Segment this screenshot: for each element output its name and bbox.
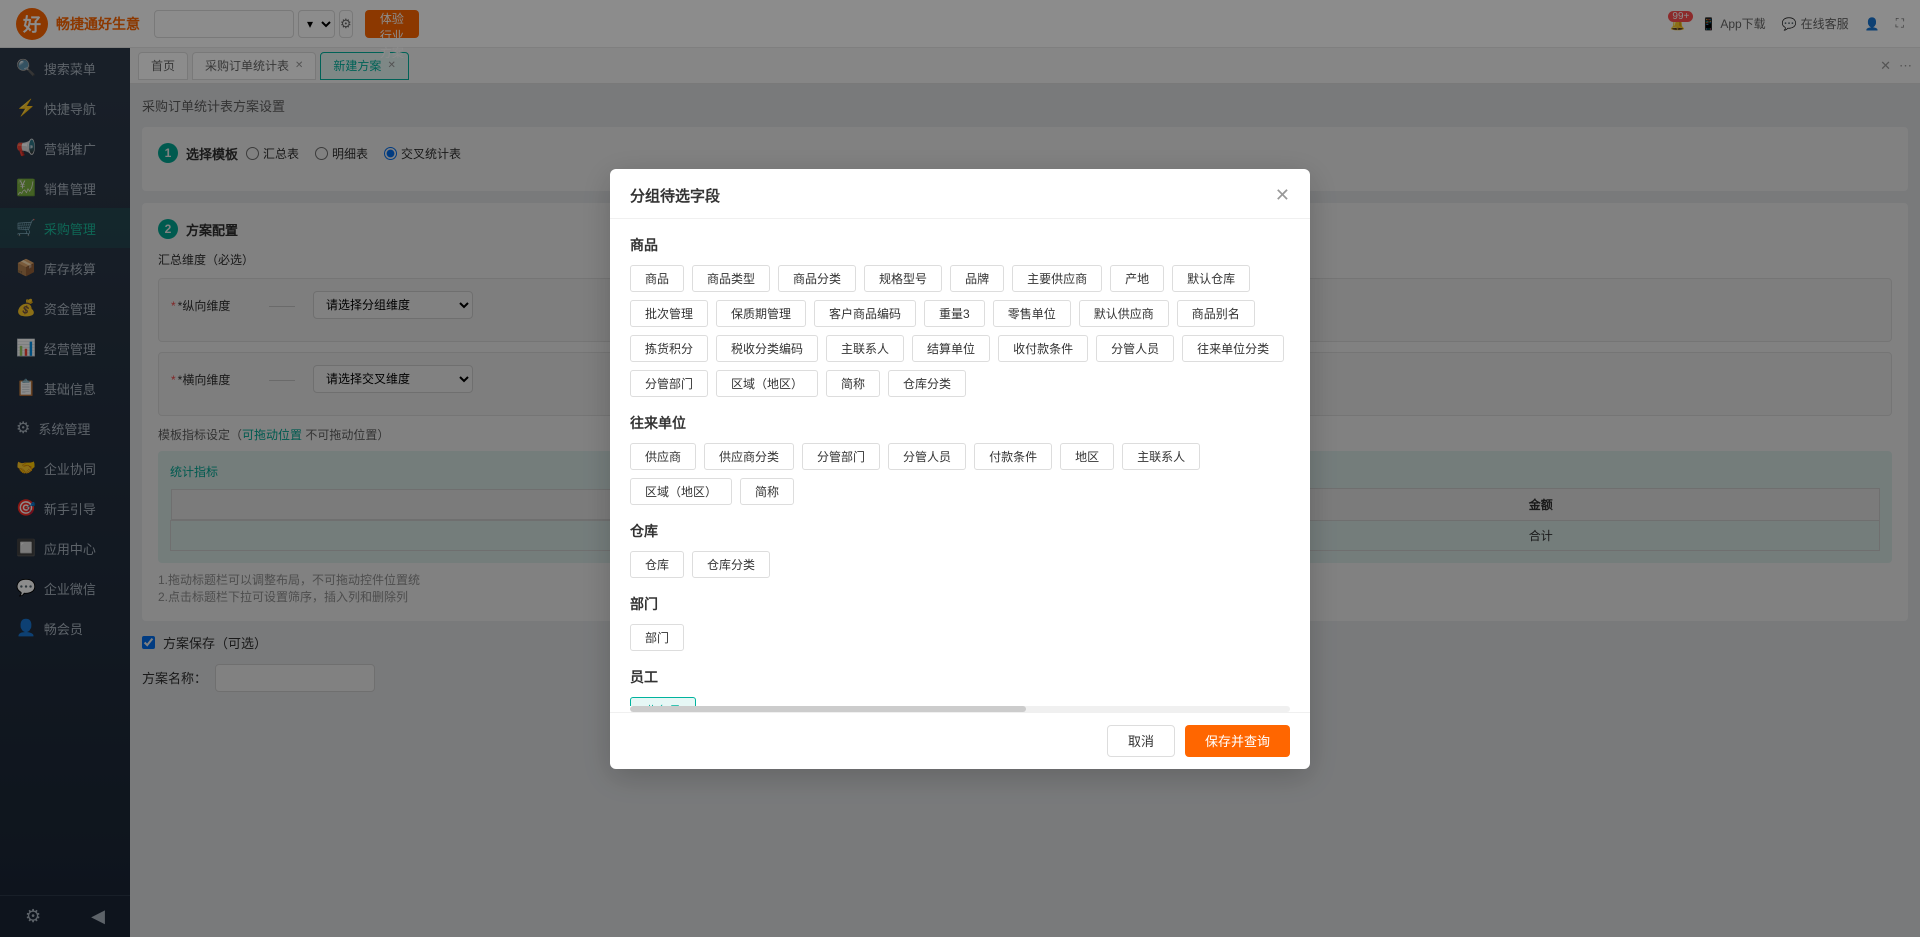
section-product-fields: 商品 商品类型 商品分类 规格型号 品牌 主要供应商 产地 默认仓库 批次管理 … <box>630 265 1290 397</box>
field-tag[interactable]: 规格型号 <box>864 265 942 292</box>
field-select-dialog: 分组待选字段 ✕ 商品 商品 商品类型 商品分类 规格型号 品牌 主要供应商 产… <box>610 169 1310 769</box>
field-tag[interactable]: 主联系人 <box>1122 443 1200 470</box>
section-warehouse-title: 仓库 <box>630 521 1290 541</box>
field-tag[interactable]: 收付款条件 <box>998 335 1088 362</box>
section-partner-title: 往来单位 <box>630 413 1290 433</box>
field-tag[interactable]: 税收分类编码 <box>716 335 818 362</box>
field-tag[interactable]: 部门 <box>630 624 684 651</box>
field-tag[interactable]: 供应商分类 <box>704 443 794 470</box>
field-tag[interactable]: 产地 <box>1110 265 1164 292</box>
cancel-button[interactable]: 取消 <box>1107 725 1175 757</box>
field-tag[interactable]: 区域（地区） <box>716 370 818 397</box>
field-tag[interactable]: 结算单位 <box>912 335 990 362</box>
field-tag[interactable]: 仓库分类 <box>888 370 966 397</box>
field-tag[interactable]: 简称 <box>826 370 880 397</box>
field-tag[interactable]: 客户商品编码 <box>814 300 916 327</box>
field-tag[interactable]: 分管部门 <box>630 370 708 397</box>
field-tag[interactable]: 商品类型 <box>692 265 770 292</box>
field-tag[interactable]: 重量3 <box>924 300 985 327</box>
field-tag[interactable]: 默认供应商 <box>1079 300 1169 327</box>
field-tag[interactable]: 商品 <box>630 265 684 292</box>
section-warehouse-fields: 仓库 仓库分类 <box>630 551 1290 578</box>
field-tag[interactable]: 分管人员 <box>1096 335 1174 362</box>
field-tag[interactable]: 分管人员 <box>888 443 966 470</box>
field-tag-salesperson[interactable]: 业务员 <box>630 697 696 706</box>
field-tag[interactable]: 品牌 <box>950 265 1004 292</box>
field-tag[interactable]: 默认仓库 <box>1172 265 1250 292</box>
section-product-title: 商品 <box>630 235 1290 255</box>
section-product: 商品 商品 商品类型 商品分类 规格型号 品牌 主要供应商 产地 默认仓库 批次… <box>630 235 1290 397</box>
dialog-title: 分组待选字段 <box>630 185 720 206</box>
field-tag[interactable]: 主要供应商 <box>1012 265 1102 292</box>
field-tag[interactable]: 地区 <box>1060 443 1114 470</box>
dialog-close-btn[interactable]: ✕ <box>1275 185 1290 206</box>
field-tag[interactable]: 主联系人 <box>826 335 904 362</box>
field-tag[interactable]: 商品别名 <box>1177 300 1255 327</box>
section-partner: 往来单位 供应商 供应商分类 分管部门 分管人员 付款条件 地区 主联系人 区域… <box>630 413 1290 505</box>
field-tag[interactable]: 往来单位分类 <box>1182 335 1284 362</box>
field-tag[interactable]: 零售单位 <box>993 300 1071 327</box>
field-tag[interactable]: 简称 <box>740 478 794 505</box>
section-department-fields: 部门 <box>630 624 1290 651</box>
confirm-button[interactable]: 保存并查询 <box>1185 725 1290 757</box>
dialog-footer: 取消 保存并查询 <box>610 712 1310 769</box>
section-warehouse: 仓库 仓库 仓库分类 <box>630 521 1290 578</box>
field-tag[interactable]: 商品分类 <box>778 265 856 292</box>
section-department: 部门 部门 <box>630 594 1290 651</box>
section-employee-title: 员工 <box>630 667 1290 687</box>
field-tag[interactable]: 分管部门 <box>802 443 880 470</box>
field-tag[interactable]: 仓库 <box>630 551 684 578</box>
dialog-body: 商品 商品 商品类型 商品分类 规格型号 品牌 主要供应商 产地 默认仓库 批次… <box>610 219 1310 706</box>
field-tag[interactable]: 批次管理 <box>630 300 708 327</box>
section-department-title: 部门 <box>630 594 1290 614</box>
section-employee-fields: 业务员 <box>630 697 1290 706</box>
field-tag[interactable]: 区域（地区） <box>630 478 732 505</box>
section-partner-fields: 供应商 供应商分类 分管部门 分管人员 付款条件 地区 主联系人 区域（地区） … <box>630 443 1290 505</box>
dialog-overlay: 分组待选字段 ✕ 商品 商品 商品类型 商品分类 规格型号 品牌 主要供应商 产… <box>0 0 1920 937</box>
field-tag[interactable]: 仓库分类 <box>692 551 770 578</box>
field-tag[interactable]: 拣货积分 <box>630 335 708 362</box>
field-tag[interactable]: 付款条件 <box>974 443 1052 470</box>
field-tag[interactable]: 供应商 <box>630 443 696 470</box>
section-employee: 员工 业务员 <box>630 667 1290 706</box>
field-tag[interactable]: 保质期管理 <box>716 300 806 327</box>
dialog-header: 分组待选字段 ✕ <box>610 169 1310 219</box>
